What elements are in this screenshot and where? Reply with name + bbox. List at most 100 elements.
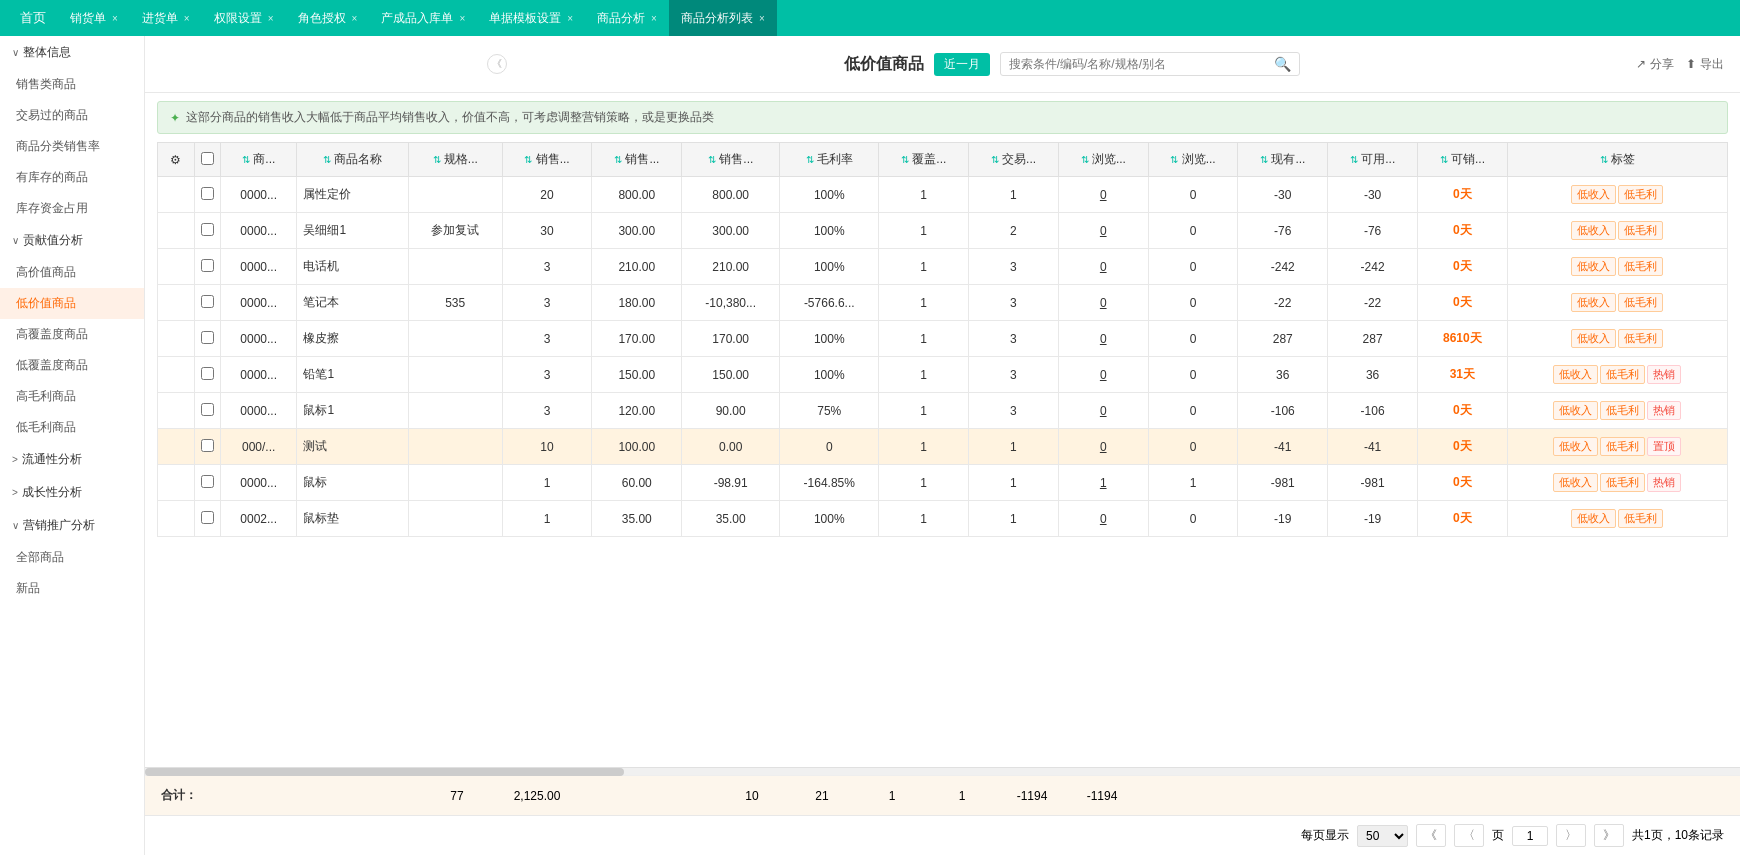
- nav-purchase[interactable]: 进货单 ×: [130, 0, 202, 36]
- td-browse1[interactable]: 0: [1058, 393, 1148, 429]
- nav-product-analysis-list[interactable]: 商品分析列表 ×: [669, 0, 777, 36]
- th-available[interactable]: ⇅ 可用...: [1328, 143, 1418, 177]
- sidebar-item-new-products[interactable]: 新品: [0, 573, 144, 604]
- sidebar-item-traded-products[interactable]: 交易过的商品: [0, 100, 144, 131]
- td-checkbox[interactable]: [194, 177, 220, 213]
- th-spec[interactable]: ⇅ 规格...: [408, 143, 502, 177]
- td-checkbox[interactable]: [194, 393, 220, 429]
- td-browse1[interactable]: 0: [1058, 429, 1148, 465]
- td-checkbox[interactable]: [194, 501, 220, 537]
- page-number-input[interactable]: [1512, 826, 1548, 846]
- nav-sales-order[interactable]: 销货单 ×: [58, 0, 130, 36]
- sidebar-section-growth[interactable]: > 成长性分析: [0, 476, 144, 509]
- row-checkbox[interactable]: [201, 331, 214, 344]
- td-browse1[interactable]: 0: [1058, 321, 1148, 357]
- browse-link[interactable]: 0: [1100, 332, 1107, 346]
- th-browse2[interactable]: ⇅ 浏览...: [1148, 143, 1238, 177]
- th-gross-rate[interactable]: ⇅ 毛利率: [780, 143, 879, 177]
- horizontal-scrollbar[interactable]: [145, 767, 1740, 775]
- th-sales-amount[interactable]: ⇅ 销售...: [592, 143, 682, 177]
- first-page-button[interactable]: 《: [1416, 824, 1446, 847]
- th-sales-qty[interactable]: ⇅ 销售...: [502, 143, 592, 177]
- data-table-wrapper[interactable]: ⚙ ⇅ 商... ⇅ 商品名称 ⇅ 规格... ⇅ 销售... ⇅ 销售... …: [145, 142, 1740, 767]
- sidebar-item-low-value[interactable]: 低价值商品: [0, 288, 144, 319]
- td-checkbox[interactable]: [194, 249, 220, 285]
- td-browse1[interactable]: 0: [1058, 357, 1148, 393]
- browse-link[interactable]: 0: [1100, 440, 1107, 454]
- prev-page-button[interactable]: 〈: [1454, 824, 1484, 847]
- row-checkbox[interactable]: [201, 295, 214, 308]
- browse-link[interactable]: 0: [1100, 404, 1107, 418]
- sidebar-item-sales-products[interactable]: 销售类商品: [0, 69, 144, 100]
- sidebar-section-contribution[interactable]: ∨ 贡献值分析: [0, 224, 144, 257]
- nav-close-icon[interactable]: ×: [112, 13, 118, 24]
- browse-link[interactable]: 0: [1100, 260, 1107, 274]
- td-browse1[interactable]: 0: [1058, 285, 1148, 321]
- th-tags[interactable]: ⇅ 标签: [1507, 143, 1727, 177]
- th-code[interactable]: ⇅ 商...: [220, 143, 296, 177]
- sidebar-item-stock-capital[interactable]: 库存资金占用: [0, 193, 144, 224]
- sidebar-item-low-margin[interactable]: 低毛利商品: [0, 412, 144, 443]
- nav-product-stock[interactable]: 产成品入库单 ×: [369, 0, 477, 36]
- row-checkbox[interactable]: [201, 187, 214, 200]
- td-browse1[interactable]: 0: [1058, 177, 1148, 213]
- select-all-checkbox[interactable]: [201, 152, 214, 165]
- per-page-select[interactable]: 50 100 200: [1357, 825, 1408, 847]
- row-checkbox[interactable]: [201, 439, 214, 452]
- nav-close-icon[interactable]: ×: [352, 13, 358, 24]
- td-browse1[interactable]: 1: [1058, 465, 1148, 501]
- next-page-button[interactable]: 〉: [1556, 824, 1586, 847]
- nav-close-icon[interactable]: ×: [459, 13, 465, 24]
- sidebar-item-category-sales-rate[interactable]: 商品分类销售率: [0, 131, 144, 162]
- td-checkbox[interactable]: [194, 213, 220, 249]
- sidebar-section-circulation[interactable]: > 流通性分析: [0, 443, 144, 476]
- th-sellable[interactable]: ⇅ 可销...: [1417, 143, 1507, 177]
- sidebar-section-overall[interactable]: ∨ 整体信息: [0, 36, 144, 69]
- td-checkbox[interactable]: [194, 321, 220, 357]
- sidebar-item-low-coverage[interactable]: 低覆盖度商品: [0, 350, 144, 381]
- export-button[interactable]: ⬆ 导出: [1686, 56, 1724, 73]
- th-current[interactable]: ⇅ 现有...: [1238, 143, 1328, 177]
- nav-close-icon[interactable]: ×: [567, 13, 573, 24]
- share-button[interactable]: ↗ 分享: [1636, 56, 1674, 73]
- th-trade[interactable]: ⇅ 交易...: [969, 143, 1059, 177]
- sidebar-item-high-value[interactable]: 高价值商品: [0, 257, 144, 288]
- td-browse1[interactable]: 0: [1058, 213, 1148, 249]
- sidebar-item-stocked-products[interactable]: 有库存的商品: [0, 162, 144, 193]
- row-checkbox[interactable]: [201, 223, 214, 236]
- th-name[interactable]: ⇅ 商品名称: [297, 143, 408, 177]
- sidebar-item-all-products[interactable]: 全部商品: [0, 542, 144, 573]
- td-checkbox[interactable]: [194, 357, 220, 393]
- nav-home[interactable]: 首页: [8, 0, 58, 36]
- sidebar-section-marketing[interactable]: ∨ 营销推广分析: [0, 509, 144, 542]
- sidebar-item-high-margin[interactable]: 高毛利商品: [0, 381, 144, 412]
- th-checkbox[interactable]: [194, 143, 220, 177]
- browse-link[interactable]: 0: [1100, 512, 1107, 526]
- browse-link[interactable]: 0: [1100, 368, 1107, 382]
- row-checkbox[interactable]: [201, 475, 214, 488]
- collapse-sidebar-button[interactable]: 《: [487, 54, 507, 74]
- nav-close-icon[interactable]: ×: [651, 13, 657, 24]
- th-browse1[interactable]: ⇅ 浏览...: [1058, 143, 1148, 177]
- th-sales-price[interactable]: ⇅ 销售...: [682, 143, 780, 177]
- browse-link[interactable]: 0: [1100, 296, 1107, 310]
- search-input[interactable]: [1009, 57, 1268, 71]
- search-icon[interactable]: 🔍: [1274, 56, 1291, 72]
- nav-roles[interactable]: 角色授权 ×: [286, 0, 370, 36]
- last-page-button[interactable]: 》: [1594, 824, 1624, 847]
- td-browse1[interactable]: 0: [1058, 249, 1148, 285]
- nav-close-icon[interactable]: ×: [268, 13, 274, 24]
- nav-close-icon[interactable]: ×: [759, 13, 765, 24]
- row-checkbox[interactable]: [201, 259, 214, 272]
- td-checkbox[interactable]: [194, 285, 220, 321]
- browse-link[interactable]: 0: [1100, 188, 1107, 202]
- td-checkbox[interactable]: [194, 429, 220, 465]
- td-browse1[interactable]: 0: [1058, 501, 1148, 537]
- scroll-thumb[interactable]: [145, 768, 624, 776]
- nav-template[interactable]: 单据模板设置 ×: [477, 0, 585, 36]
- nav-close-icon[interactable]: ×: [184, 13, 190, 24]
- row-checkbox[interactable]: [201, 403, 214, 416]
- td-checkbox[interactable]: [194, 465, 220, 501]
- period-button[interactable]: 近一月: [934, 53, 990, 76]
- row-checkbox[interactable]: [201, 511, 214, 524]
